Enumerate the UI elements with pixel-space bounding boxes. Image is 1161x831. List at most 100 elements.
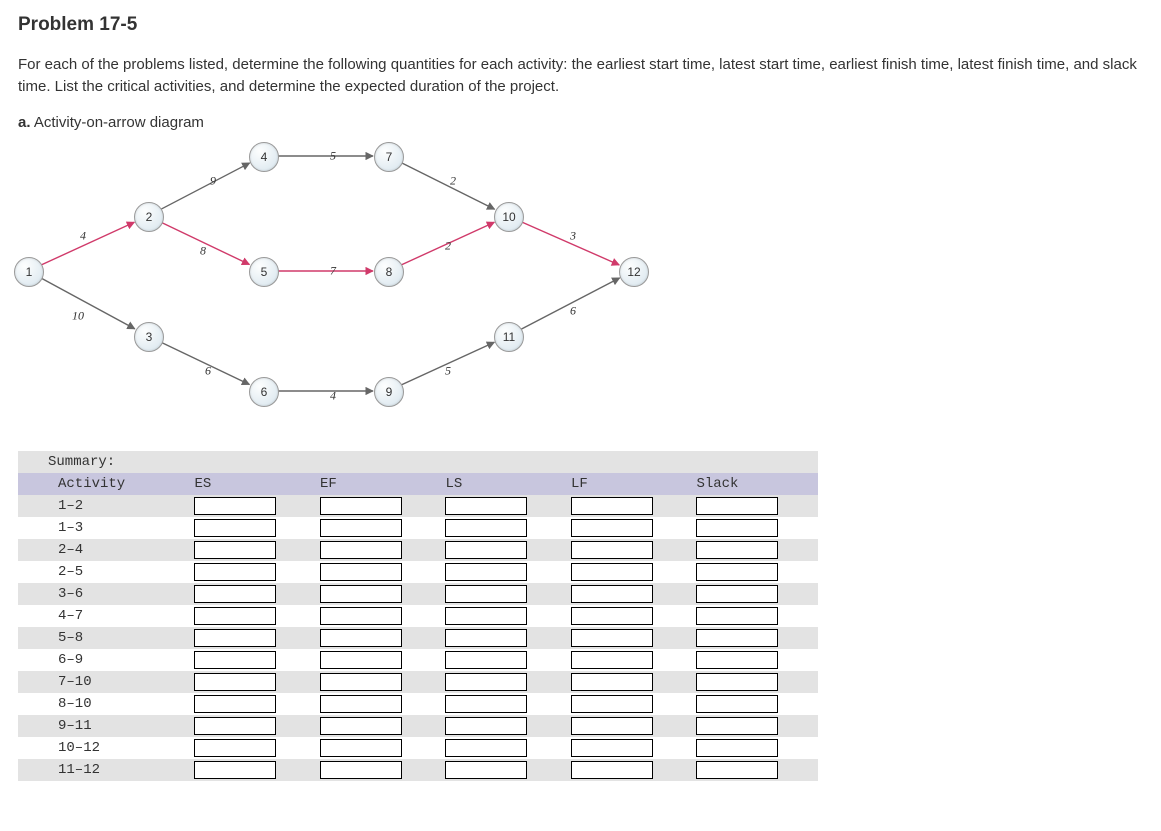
- lf-input[interactable]: [571, 673, 653, 691]
- slack-input[interactable]: [696, 497, 778, 515]
- activity-label: 9–11: [18, 715, 190, 737]
- summary-title-row: Summary:: [18, 451, 818, 473]
- col-ls: LS: [441, 473, 567, 495]
- slack-input[interactable]: [696, 739, 778, 757]
- activity-label: 3–6: [18, 583, 190, 605]
- ef-input[interactable]: [320, 497, 402, 515]
- edge-2-4: [161, 162, 249, 208]
- part-a-prefix: a.: [18, 114, 31, 131]
- es-input[interactable]: [194, 607, 276, 625]
- es-input[interactable]: [194, 695, 276, 713]
- slack-input[interactable]: [696, 651, 778, 669]
- slack-input[interactable]: [696, 541, 778, 559]
- slack-input[interactable]: [696, 717, 778, 735]
- activity-label: 8–10: [18, 693, 190, 715]
- slack-input[interactable]: [696, 585, 778, 603]
- es-input[interactable]: [194, 541, 276, 559]
- summary-title-cell: Summary:: [18, 451, 818, 473]
- slack-input[interactable]: [696, 629, 778, 647]
- edge-label-11-12: 6: [570, 303, 576, 318]
- edge-label-5-8: 7: [330, 263, 336, 278]
- edge-label-7-10: 2: [450, 173, 456, 188]
- table-row: 8–10: [18, 693, 818, 715]
- node-11: 11: [494, 322, 524, 352]
- es-input[interactable]: [194, 519, 276, 537]
- ef-input[interactable]: [320, 673, 402, 691]
- es-input[interactable]: [194, 497, 276, 515]
- ls-input[interactable]: [445, 695, 527, 713]
- lf-input[interactable]: [571, 563, 653, 581]
- ls-input[interactable]: [445, 497, 527, 515]
- es-input[interactable]: [194, 651, 276, 669]
- lf-input[interactable]: [571, 607, 653, 625]
- node-8: 8: [374, 257, 404, 287]
- lf-input[interactable]: [571, 739, 653, 757]
- ef-input[interactable]: [320, 651, 402, 669]
- ef-input[interactable]: [320, 761, 402, 779]
- slack-input[interactable]: [696, 695, 778, 713]
- activity-label: 7–10: [18, 671, 190, 693]
- slack-input[interactable]: [696, 519, 778, 537]
- node-12: 12: [619, 257, 649, 287]
- es-input[interactable]: [194, 761, 276, 779]
- edge-label-3-6: 6: [205, 363, 211, 378]
- slack-input[interactable]: [696, 607, 778, 625]
- es-input[interactable]: [194, 673, 276, 691]
- edge-label-2-4: 9: [210, 173, 216, 188]
- slack-input[interactable]: [696, 563, 778, 581]
- lf-input[interactable]: [571, 651, 653, 669]
- ef-input[interactable]: [320, 585, 402, 603]
- ef-input[interactable]: [320, 739, 402, 757]
- es-input[interactable]: [194, 563, 276, 581]
- es-input[interactable]: [194, 717, 276, 735]
- lf-input[interactable]: [571, 585, 653, 603]
- slack-input[interactable]: [696, 761, 778, 779]
- ls-input[interactable]: [445, 541, 527, 559]
- edge-label-1-3: 10: [72, 308, 84, 323]
- ef-input[interactable]: [320, 519, 402, 537]
- ef-input[interactable]: [320, 541, 402, 559]
- activity-label: 2–4: [18, 539, 190, 561]
- ef-input[interactable]: [320, 563, 402, 581]
- ef-input[interactable]: [320, 695, 402, 713]
- ls-input[interactable]: [445, 629, 527, 647]
- ef-input[interactable]: [320, 607, 402, 625]
- es-input[interactable]: [194, 629, 276, 647]
- lf-input[interactable]: [571, 497, 653, 515]
- lf-input[interactable]: [571, 519, 653, 537]
- ls-input[interactable]: [445, 519, 527, 537]
- es-input[interactable]: [194, 585, 276, 603]
- ls-input[interactable]: [445, 673, 527, 691]
- instructions-text: For each of the problems listed, determi…: [18, 54, 1138, 98]
- edge-label-9-11: 5: [445, 363, 451, 378]
- ls-input[interactable]: [445, 607, 527, 625]
- part-a-heading: a. Activity-on-arrow diagram: [18, 114, 1143, 131]
- ls-input[interactable]: [445, 563, 527, 581]
- table-row: 6–9: [18, 649, 818, 671]
- lf-input[interactable]: [571, 761, 653, 779]
- es-input[interactable]: [194, 739, 276, 757]
- edge-7-10: [401, 162, 494, 209]
- ls-input[interactable]: [445, 717, 527, 735]
- lf-input[interactable]: [571, 541, 653, 559]
- activity-label: 5–8: [18, 627, 190, 649]
- slack-input[interactable]: [696, 673, 778, 691]
- ls-input[interactable]: [445, 739, 527, 757]
- table-row: 1–3: [18, 517, 818, 539]
- table-row: 2–4: [18, 539, 818, 561]
- lf-input[interactable]: [571, 629, 653, 647]
- ef-input[interactable]: [320, 629, 402, 647]
- col-ef: EF: [316, 473, 442, 495]
- lf-input[interactable]: [571, 717, 653, 735]
- edge-label-1-2: 4: [80, 228, 86, 243]
- ls-input[interactable]: [445, 585, 527, 603]
- ls-input[interactable]: [445, 651, 527, 669]
- ef-input[interactable]: [320, 717, 402, 735]
- node-9: 9: [374, 377, 404, 407]
- node-4: 4: [249, 142, 279, 172]
- ls-input[interactable]: [445, 761, 527, 779]
- table-row: 4–7: [18, 605, 818, 627]
- table-row: 10–12: [18, 737, 818, 759]
- table-row: 3–6: [18, 583, 818, 605]
- lf-input[interactable]: [571, 695, 653, 713]
